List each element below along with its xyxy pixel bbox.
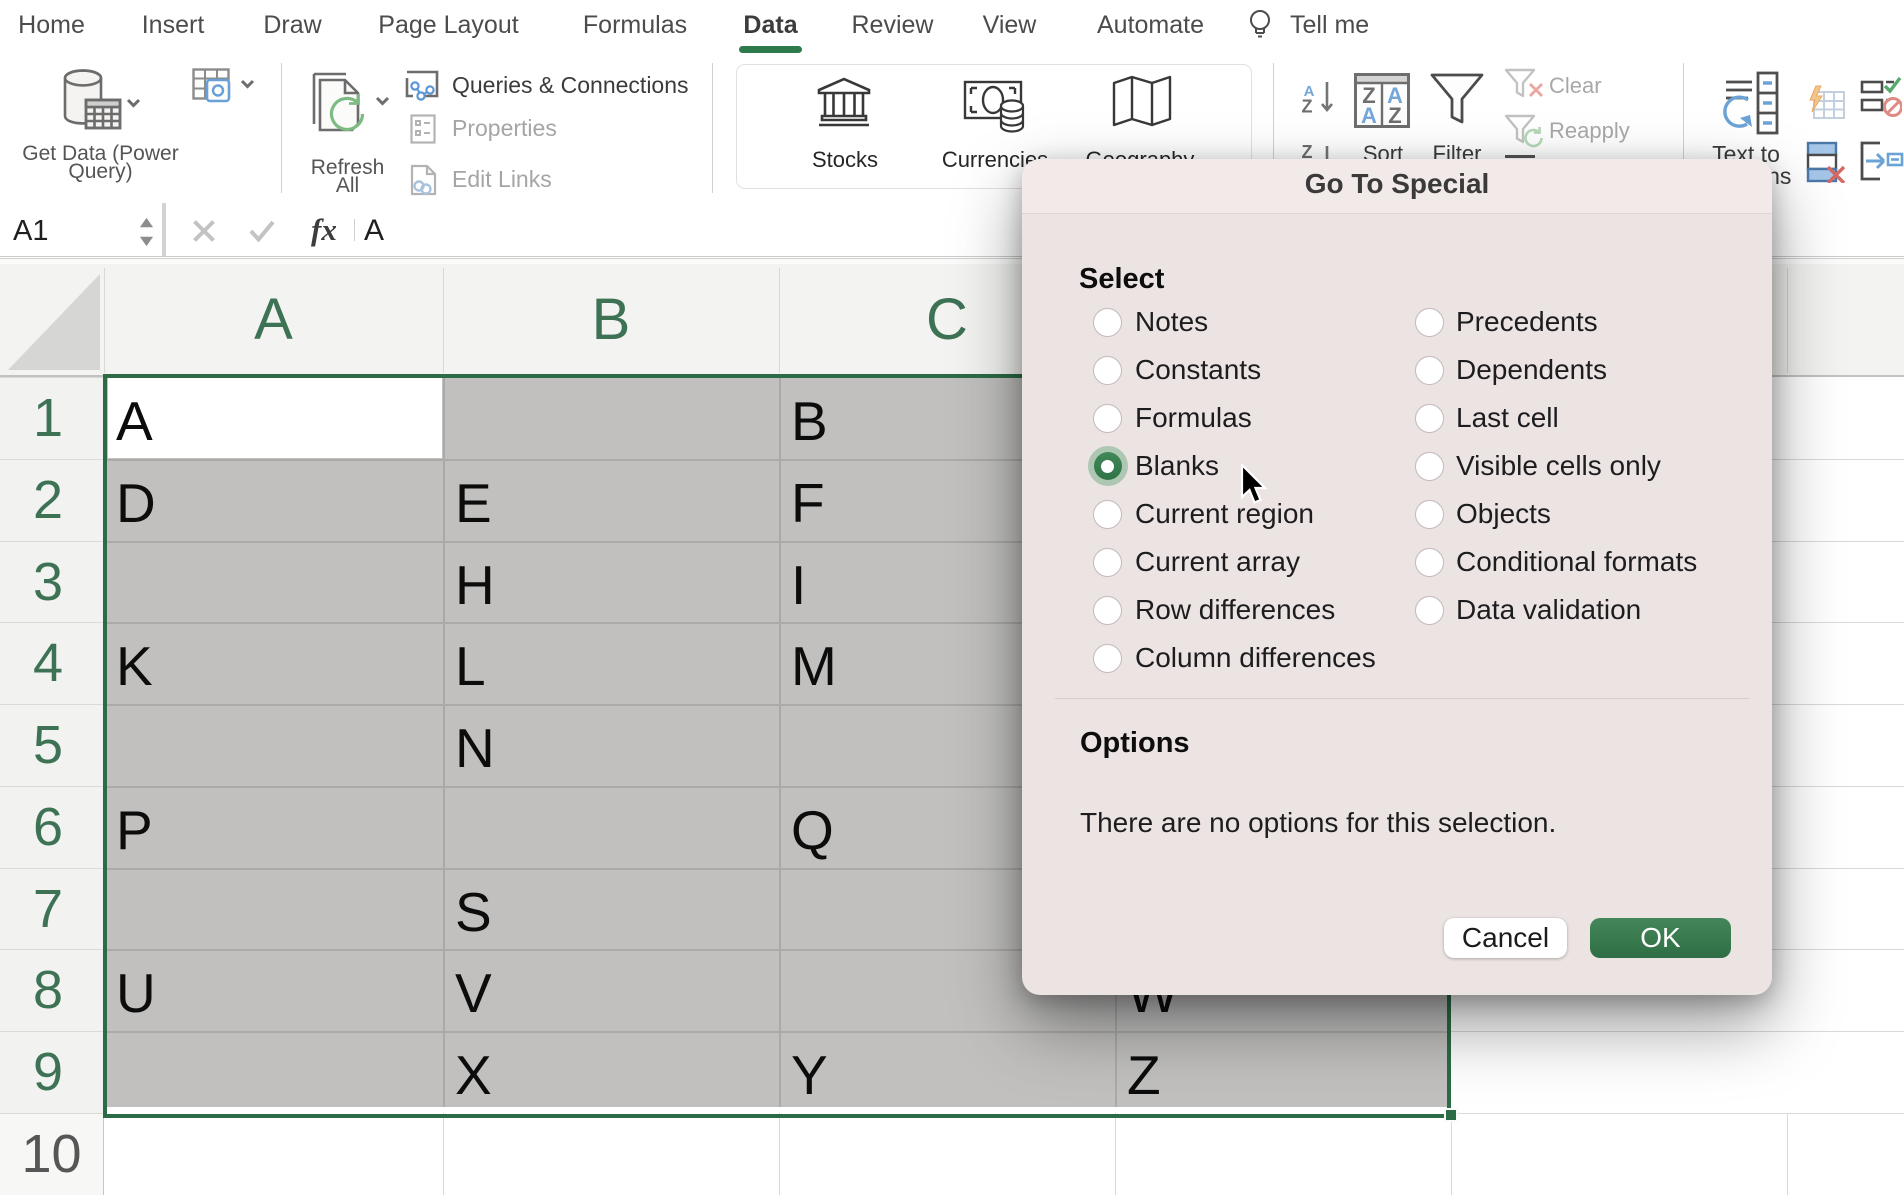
svg-text:Z: Z (1302, 97, 1313, 117)
svg-text:Z: Z (1388, 103, 1401, 128)
svg-text:A: A (1361, 103, 1377, 128)
